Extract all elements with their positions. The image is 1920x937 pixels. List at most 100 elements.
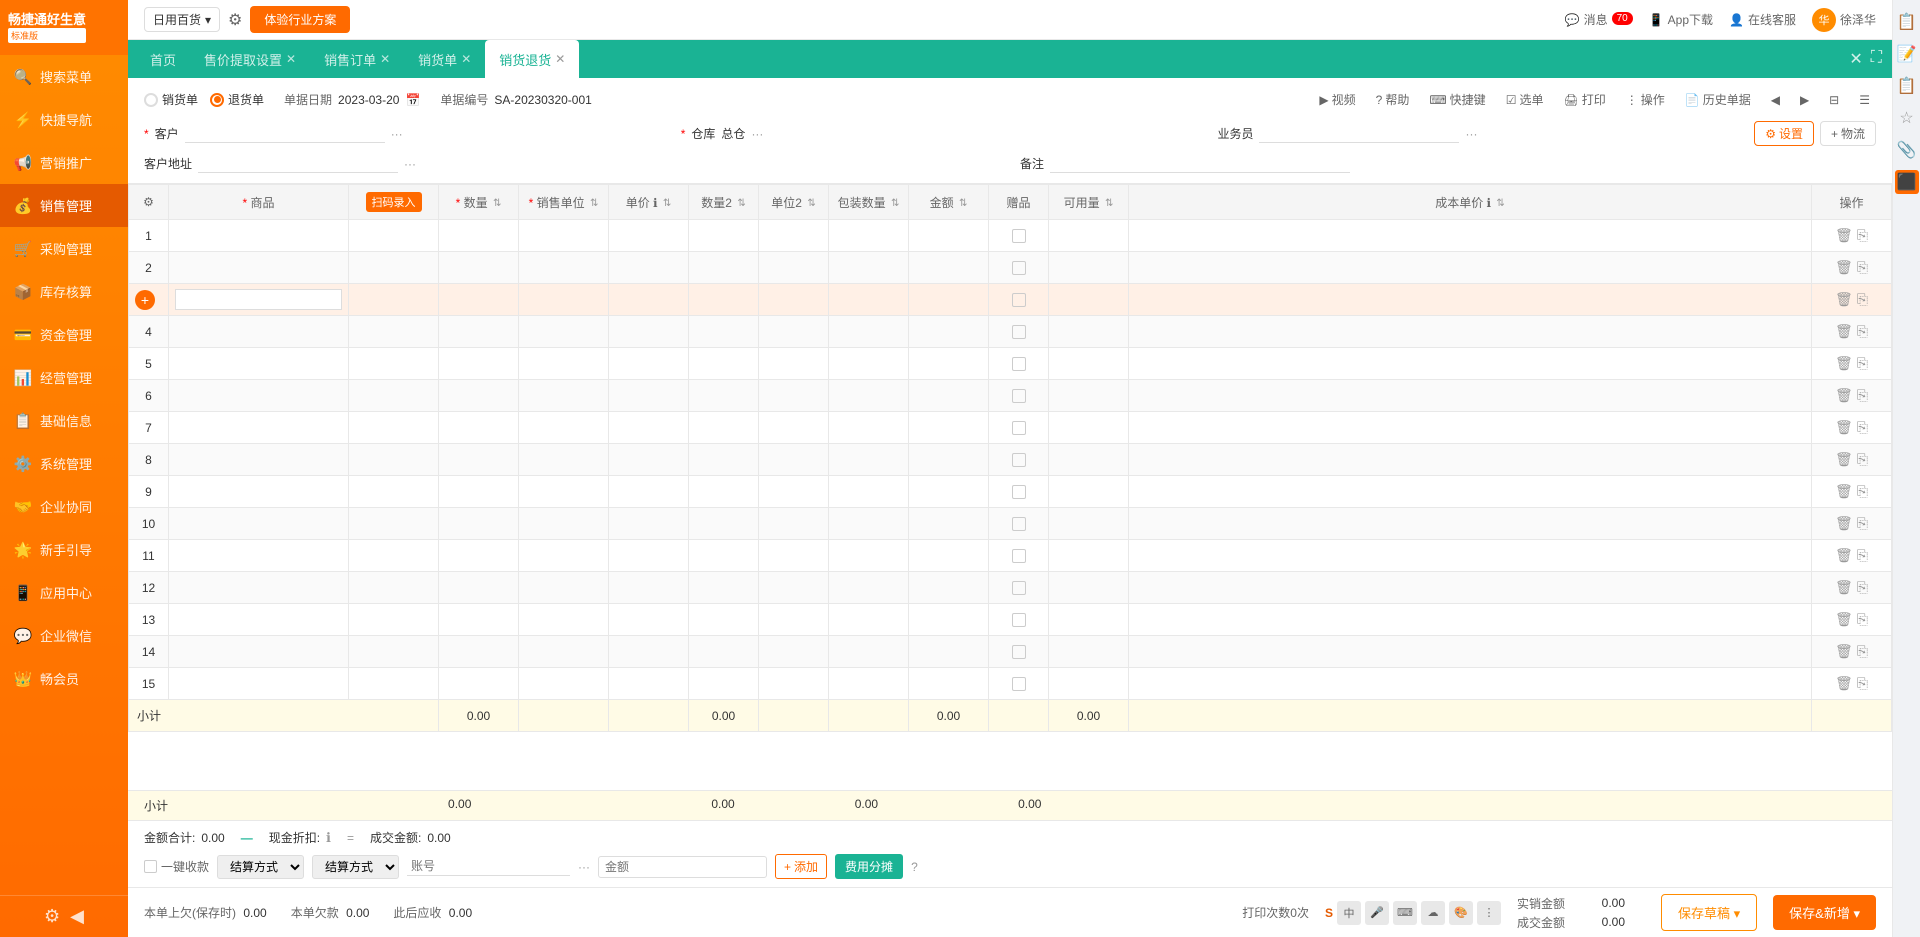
online-service-item[interactable]: 👤 在线客服 <box>1729 11 1796 28</box>
copy-icon[interactable]: ⎘ <box>1857 387 1868 404</box>
save-new-button[interactable]: 保存&新增 ▾ <box>1773 895 1876 930</box>
delete-icon[interactable]: 🗑 <box>1835 611 1853 628</box>
copy-icon[interactable]: ⎘ <box>1857 419 1868 436</box>
ime-cloud[interactable]: ☁ <box>1421 901 1445 925</box>
cell-product[interactable] <box>169 476 349 508</box>
th-barcode[interactable]: 扫码录入 <box>349 185 439 220</box>
th-gear[interactable]: ⚙ <box>129 185 169 220</box>
barcode-btn[interactable]: 扫码录入 <box>366 192 422 212</box>
sidebar-item-system[interactable]: ⚙️ 系统管理 <box>0 442 128 485</box>
next-btn[interactable]: ▶ <box>1794 90 1815 110</box>
gift-checkbox[interactable] <box>1012 613 1026 627</box>
right-panel-btn6[interactable]: ⬛ <box>1895 170 1919 194</box>
logistics-btn[interactable]: + 物流 <box>1820 121 1876 146</box>
cell-product[interactable] <box>169 284 349 316</box>
warehouse-more-icon[interactable]: ··· <box>751 127 763 141</box>
salesperson-more-icon[interactable]: ··· <box>1465 127 1477 141</box>
copy-icon[interactable]: ⎘ <box>1857 323 1868 340</box>
address-input[interactable] <box>198 154 398 173</box>
fenyong-button[interactable]: 费用分摊 <box>835 854 903 879</box>
ime-keyboard[interactable]: ⌨ <box>1393 901 1417 925</box>
one-click-payment-checkbox[interactable]: 一键收款 <box>144 858 209 875</box>
delete-icon[interactable]: 🗑 <box>1835 259 1853 276</box>
tab-close-icon[interactable]: ✕ <box>286 52 296 66</box>
payment-amount-input[interactable] <box>598 856 767 878</box>
tab-sales-return[interactable]: 销货退货 ✕ <box>485 40 579 78</box>
gift-checkbox[interactable] <box>1012 453 1026 467</box>
sidebar-item-apps[interactable]: 📱 应用中心 <box>0 571 128 614</box>
gift-checkbox[interactable] <box>1012 357 1026 371</box>
user-item[interactable]: 华 徐泽华 <box>1812 8 1876 32</box>
gift-checkbox[interactable] <box>1012 229 1026 243</box>
copy-icon[interactable]: ⎘ <box>1857 259 1868 276</box>
ime-skin[interactable]: 🎨 <box>1449 901 1473 925</box>
gift-checkbox[interactable] <box>1012 325 1026 339</box>
sidebar-item-member[interactable]: 👑 畅会员 <box>0 657 128 700</box>
add-row-btn[interactable]: + <box>135 290 155 310</box>
delete-icon[interactable]: 🗑 <box>1835 451 1853 468</box>
gift-checkbox[interactable] <box>1012 517 1026 531</box>
account-input[interactable] <box>407 857 570 876</box>
copy-icon[interactable]: ⎘ <box>1857 547 1868 564</box>
grid-view-btn[interactable]: ⊟ <box>1823 90 1845 110</box>
cell-product[interactable] <box>169 508 349 540</box>
sidebar-item-shortcut[interactable]: ⚡ 快捷导航 <box>0 98 128 141</box>
sidebar-item-purchase[interactable]: 🛒 采购管理 <box>0 227 128 270</box>
experience-button[interactable]: 体验行业方案 <box>250 6 350 33</box>
prev-btn[interactable]: ◀ <box>1765 90 1786 110</box>
shortcut-btn[interactable]: ⌨ 快捷键 <box>1423 88 1491 111</box>
sidebar-item-operations[interactable]: 📊 经营管理 <box>0 356 128 399</box>
sidebar-item-finance[interactable]: 💳 资金管理 <box>0 313 128 356</box>
cell-product[interactable] <box>169 252 349 284</box>
copy-icon[interactable]: ⎘ <box>1857 515 1868 532</box>
settlement-select[interactable]: 结算方式 <box>217 855 304 879</box>
notification-item[interactable]: 💬 消息 70 <box>1565 11 1633 28</box>
settings-btn[interactable]: ⚙ 设置 <box>1754 121 1814 146</box>
collapse-icon[interactable]: ◀ <box>70 906 84 927</box>
right-panel-btn1[interactable]: 📋 <box>1895 10 1919 34</box>
gift-checkbox[interactable] <box>1012 677 1026 691</box>
delete-icon[interactable]: 🗑 <box>1835 387 1853 404</box>
right-panel-btn3[interactable]: 📋 <box>1895 74 1919 98</box>
delete-icon[interactable]: 🗑 <box>1835 227 1853 244</box>
copy-icon[interactable]: ⎘ <box>1857 579 1868 596</box>
cell-product[interactable] <box>169 572 349 604</box>
sidebar-item-search[interactable]: 🔍 搜索菜单 <box>0 55 128 98</box>
account-more-icon[interactable]: ··· <box>578 860 590 874</box>
delete-icon[interactable]: 🗑 <box>1835 355 1853 372</box>
gift-checkbox[interactable] <box>1012 293 1026 307</box>
delete-icon[interactable]: 🗑 <box>1835 515 1853 532</box>
sidebar-item-promotion[interactable]: 📢 营销推广 <box>0 141 128 184</box>
expand-icon[interactable]: ⛶ <box>1869 47 1884 71</box>
cell-product[interactable] <box>169 220 349 252</box>
product-input[interactable] <box>175 289 342 310</box>
cell-product[interactable] <box>169 380 349 412</box>
cell-product[interactable] <box>169 316 349 348</box>
sidebar-item-basic[interactable]: 📋 基础信息 <box>0 399 128 442</box>
delete-icon[interactable]: 🗑 <box>1835 419 1853 436</box>
add-button[interactable]: + 添加 <box>775 854 827 879</box>
customer-more-icon[interactable]: ··· <box>391 127 403 141</box>
delete-icon[interactable]: 🗑 <box>1835 323 1853 340</box>
sidebar-item-sales[interactable]: 💰 销售管理 <box>0 184 128 227</box>
radio-sale[interactable]: 销货单 <box>144 91 198 108</box>
copy-icon[interactable]: ⎘ <box>1857 451 1868 468</box>
gift-checkbox[interactable] <box>1012 421 1026 435</box>
print-btn[interactable]: 🖨 打印 <box>1557 88 1611 111</box>
topbar-gear-icon[interactable]: ⚙ <box>228 10 242 30</box>
right-panel-btn5[interactable]: 📎 <box>1895 138 1919 162</box>
settings-icon[interactable]: ⚙ <box>44 906 60 927</box>
app-download-item[interactable]: 📱 App下载 <box>1649 11 1713 28</box>
gift-checkbox[interactable] <box>1012 645 1026 659</box>
gift-checkbox[interactable] <box>1012 485 1026 499</box>
history-btn[interactable]: 📄 历史单据 <box>1679 88 1757 111</box>
ime-more[interactable]: ⋮ <box>1477 901 1501 925</box>
list-view-btn[interactable]: ☰ <box>1853 90 1876 110</box>
copy-icon[interactable]: ⎘ <box>1857 483 1868 500</box>
delete-icon[interactable]: 🗑 <box>1835 483 1853 500</box>
remark-input[interactable] <box>1050 154 1350 173</box>
tab-close-icon[interactable]: ✕ <box>555 52 565 66</box>
draft-button[interactable]: 保存草稿 ▾ <box>1661 894 1757 931</box>
cell-product[interactable] <box>169 636 349 668</box>
gift-checkbox[interactable] <box>1012 581 1026 595</box>
